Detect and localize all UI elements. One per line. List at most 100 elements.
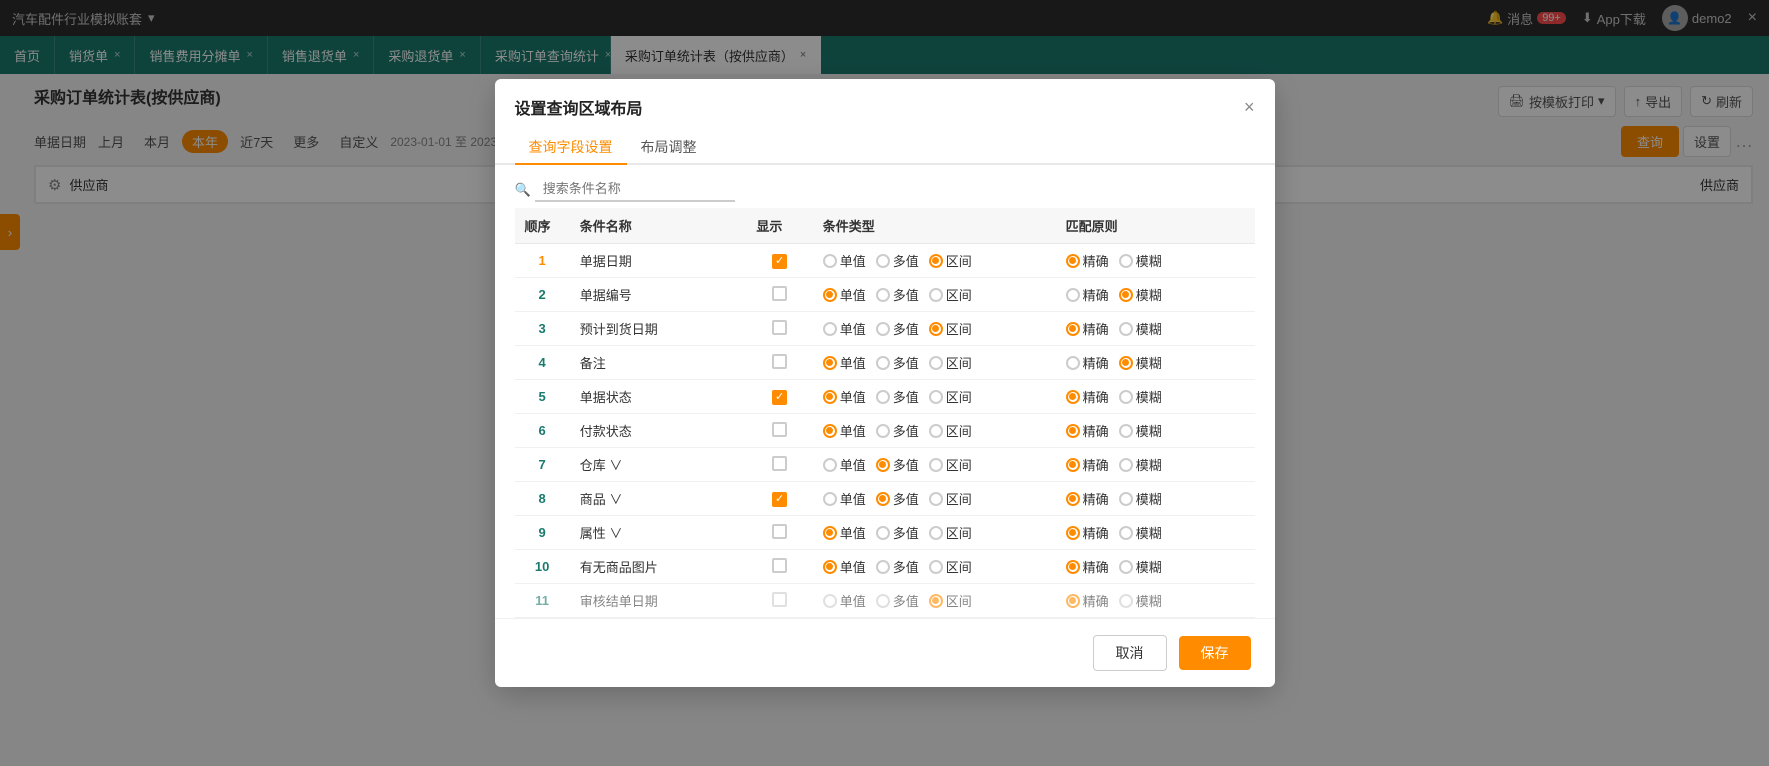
match-radio-精确[interactable]: 精确 [1066, 557, 1109, 576]
cancel-button[interactable]: 取消 [1093, 635, 1167, 671]
modal-table: 顺序 条件名称 显示 条件类型 匹配原则 1单据日期单值多值区间精确模糊2单据编… [515, 208, 1255, 618]
th-type: 条件类型 [813, 208, 1056, 244]
match-radio-模糊[interactable]: 模糊 [1119, 251, 1162, 270]
type-radio-区间[interactable]: 区间 [929, 387, 972, 406]
row-show-checkbox[interactable] [746, 550, 812, 584]
match-radio-模糊[interactable]: 模糊 [1119, 523, 1162, 542]
type-radio-单值[interactable]: 单值 [823, 285, 866, 304]
type-radio-区间[interactable]: 区间 [929, 251, 972, 270]
match-radio-精确[interactable]: 精确 [1066, 421, 1109, 440]
match-radio-模糊[interactable]: 模糊 [1119, 421, 1162, 440]
type-radio-单值[interactable]: 单值 [823, 489, 866, 508]
type-radio-区间[interactable]: 区间 [929, 557, 972, 576]
match-radio-精确[interactable]: 精确 [1066, 591, 1109, 610]
modal-header: 设置查询区域布局 × [495, 79, 1275, 119]
row-order: 1 [515, 244, 570, 278]
match-radio-模糊[interactable]: 模糊 [1119, 319, 1162, 338]
row-name: 属性 ∨ [570, 516, 747, 550]
match-radio-模糊[interactable]: 模糊 [1119, 387, 1162, 406]
row-name: 商品 ∨ [570, 482, 747, 516]
type-radio-区间[interactable]: 区间 [929, 591, 972, 610]
row-type-options: 单值多值区间 [813, 380, 1056, 414]
match-radio-精确[interactable]: 精确 [1066, 319, 1109, 338]
modal-tab-query[interactable]: 查询字段设置 [515, 131, 627, 165]
row-show-checkbox[interactable] [746, 482, 812, 516]
save-button[interactable]: 保存 [1179, 636, 1251, 670]
search-input[interactable] [535, 177, 735, 202]
match-radio-模糊[interactable]: 模糊 [1119, 489, 1162, 508]
type-radio-单值[interactable]: 单值 [823, 523, 866, 542]
table-row: 4备注 单值多值区间 精确模糊 [515, 346, 1255, 380]
match-radio-精确[interactable]: 精确 [1066, 489, 1109, 508]
row-match-options: 精确模糊 [1056, 414, 1255, 448]
table-row: 8商品 ∨ 单值多值区间 精确模糊 [515, 482, 1255, 516]
row-name: 备注 [570, 346, 747, 380]
type-radio-多值[interactable]: 多值 [876, 285, 919, 304]
match-radio-模糊[interactable]: 模糊 [1119, 455, 1162, 474]
type-radio-多值[interactable]: 多值 [876, 353, 919, 372]
row-type-options: 单值多值区间 [813, 278, 1056, 312]
row-show-checkbox[interactable] [746, 346, 812, 380]
match-radio-模糊[interactable]: 模糊 [1119, 557, 1162, 576]
table-row: 10有无商品图片单值多值区间精确模糊 [515, 550, 1255, 584]
type-radio-区间[interactable]: 区间 [929, 455, 972, 474]
type-radio-区间[interactable]: 区间 [929, 353, 972, 372]
type-radio-单值[interactable]: 单值 [823, 557, 866, 576]
row-show-checkbox[interactable] [746, 584, 812, 618]
type-radio-多值[interactable]: 多值 [876, 421, 919, 440]
modal-close-button[interactable]: × [1244, 98, 1255, 116]
match-radio-精确[interactable]: 精确 [1066, 251, 1109, 270]
th-show: 显示 [746, 208, 812, 244]
row-match-options: 精确模糊 [1056, 380, 1255, 414]
match-radio-精确[interactable]: 精确 [1066, 523, 1109, 542]
row-order: 8 [515, 482, 570, 516]
row-order: 9 [515, 516, 570, 550]
type-radio-多值[interactable]: 多值 [876, 319, 919, 338]
match-radio-精确[interactable]: 精确 [1066, 285, 1109, 304]
match-radio-模糊[interactable]: 模糊 [1119, 285, 1162, 304]
row-show-checkbox[interactable] [746, 414, 812, 448]
match-radio-精确[interactable]: 精确 [1066, 455, 1109, 474]
match-radio-精确[interactable]: 精确 [1066, 353, 1109, 372]
row-name: 审核结单日期 [570, 584, 747, 618]
type-radio-单值[interactable]: 单值 [823, 319, 866, 338]
modal-tabs: 查询字段设置 布局调整 [495, 119, 1275, 165]
type-radio-区间[interactable]: 区间 [929, 285, 972, 304]
type-radio-单值[interactable]: 单值 [823, 421, 866, 440]
match-radio-模糊[interactable]: 模糊 [1119, 591, 1162, 610]
row-show-checkbox[interactable] [746, 448, 812, 482]
th-order: 顺序 [515, 208, 570, 244]
modal-tab-layout[interactable]: 布局调整 [627, 131, 711, 165]
type-radio-区间[interactable]: 区间 [929, 489, 972, 508]
table-row: 2单据编号单值多值区间精确模糊 [515, 278, 1255, 312]
type-radio-多值[interactable]: 多值 [876, 489, 919, 508]
match-radio-精确[interactable]: 精确 [1066, 387, 1109, 406]
type-radio-多值[interactable]: 多值 [876, 557, 919, 576]
row-show-checkbox[interactable] [746, 380, 812, 414]
th-match: 匹配原则 [1056, 208, 1255, 244]
type-radio-单值[interactable]: 单值 [823, 251, 866, 270]
type-radio-区间[interactable]: 区间 [929, 523, 972, 542]
type-radio-多值[interactable]: 多值 [876, 387, 919, 406]
row-show-checkbox[interactable] [746, 516, 812, 550]
row-type-options: 单值多值区间 [813, 516, 1056, 550]
row-show-checkbox[interactable] [746, 244, 812, 278]
type-radio-多值[interactable]: 多值 [876, 455, 919, 474]
modal-search-area: 🔍 [495, 165, 1275, 208]
type-radio-单值[interactable]: 单值 [823, 387, 866, 406]
row-show-checkbox[interactable] [746, 312, 812, 346]
modal-footer: 取消 保存 [495, 618, 1275, 687]
type-radio-多值[interactable]: 多值 [876, 591, 919, 610]
row-show-checkbox[interactable] [746, 278, 812, 312]
row-order: 4 [515, 346, 570, 380]
type-radio-多值[interactable]: 多值 [876, 523, 919, 542]
type-radio-区间[interactable]: 区间 [929, 319, 972, 338]
type-radio-区间[interactable]: 区间 [929, 421, 972, 440]
row-order: 3 [515, 312, 570, 346]
type-radio-单值[interactable]: 单值 [823, 353, 866, 372]
type-radio-单值[interactable]: 单值 [823, 455, 866, 474]
match-radio-模糊[interactable]: 模糊 [1119, 353, 1162, 372]
row-match-options: 精确模糊 [1056, 346, 1255, 380]
type-radio-多值[interactable]: 多值 [876, 251, 919, 270]
type-radio-单值[interactable]: 单值 [823, 591, 866, 610]
